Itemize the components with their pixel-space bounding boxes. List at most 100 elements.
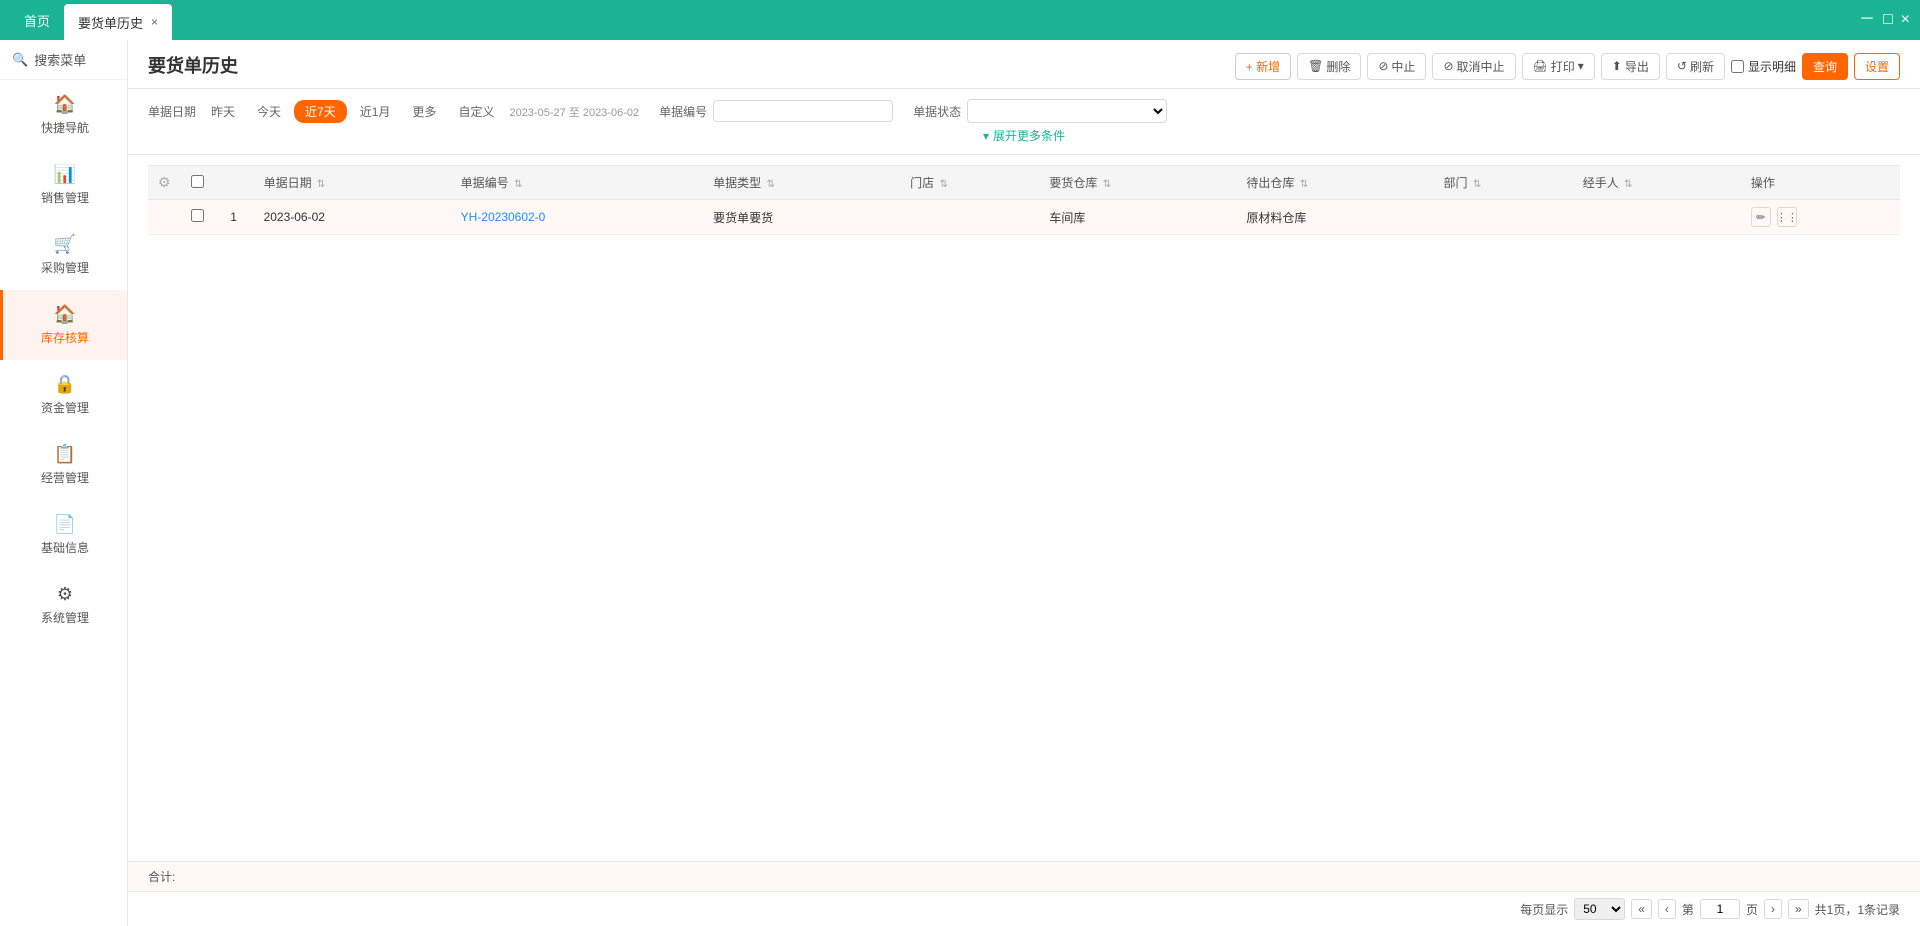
setting-btn[interactable]: 设置: [1854, 53, 1900, 80]
sidebar-item-finance[interactable]: 🔒 资金管理: [0, 360, 127, 430]
sidebar-item-label: 销售管理: [41, 189, 89, 206]
date-btn-custom[interactable]: 自定义: [449, 100, 503, 123]
first-page-btn[interactable]: «: [1631, 899, 1652, 919]
date-btn-today[interactable]: 今天: [248, 100, 290, 123]
sort-pendingwarehouse-icon[interactable]: ⇅: [1300, 179, 1308, 190]
sidebar-item-purchase[interactable]: 🛒 采购管理: [0, 220, 127, 290]
row-edit-icon[interactable]: ✏: [1751, 207, 1771, 227]
sidebar-search-label: 搜索菜单: [34, 50, 86, 69]
finance-icon: 🔒: [54, 374, 76, 395]
sort-dept-icon[interactable]: ⇅: [1473, 179, 1481, 190]
date-btn-1month[interactable]: 近1月: [351, 100, 400, 123]
print-btn[interactable]: 🖨 打印 ▾: [1522, 53, 1595, 80]
sidebar-search[interactable]: 🔍 搜索菜单: [0, 40, 127, 80]
next-page-btn[interactable]: ›: [1764, 899, 1782, 919]
sort-handler-icon[interactable]: ⇅: [1624, 179, 1632, 190]
sort-reqwarehouse-icon[interactable]: ⇅: [1103, 179, 1111, 190]
sidebar-item-label: 系统管理: [41, 609, 89, 626]
row-checkbox-cell: [181, 200, 214, 235]
sidebar-item-inventory[interactable]: 🏠 库存核算: [0, 290, 127, 360]
prev-page-btn[interactable]: ‹: [1658, 899, 1676, 919]
sort-docno-icon[interactable]: ⇅: [514, 179, 522, 190]
status-select[interactable]: [967, 99, 1167, 123]
display-detail-text: 显示明细: [1748, 58, 1796, 75]
col-docdate: 单据日期 ⇅: [254, 166, 451, 200]
last-page-btn[interactable]: »: [1788, 899, 1809, 919]
display-detail-checkbox[interactable]: [1731, 60, 1744, 73]
row-num: 1: [230, 210, 237, 224]
close-btn[interactable]: ×: [1901, 12, 1910, 28]
sidebar-item-operations[interactable]: 📋 经营管理: [0, 430, 127, 500]
sort-docdate-icon[interactable]: ⇅: [317, 179, 325, 190]
col-pendingwarehouse-label: 待出仓库: [1246, 176, 1294, 190]
per-page-select[interactable]: 50 10 20 100: [1574, 898, 1625, 920]
sidebar-item-basic-info[interactable]: 📄 基础信息: [0, 500, 127, 570]
tab-home-label: 首页: [24, 11, 50, 30]
filter-date: 单据日期 昨天 今天 近7天 近1月 更多 自定义 2023-05-27 至 2…: [148, 100, 639, 123]
sidebar-item-system[interactable]: ⚙ 系统管理: [0, 570, 127, 640]
col-store-label: 门店: [910, 176, 934, 190]
row-delete-icon[interactable]: ⋮⋮: [1777, 207, 1797, 227]
print-icon: 🖨: [1533, 59, 1548, 73]
export-btn[interactable]: ⬆ 导出: [1601, 53, 1660, 80]
display-detail-label[interactable]: 显示明细: [1731, 58, 1796, 75]
row-action-cell: ✏ ⋮⋮: [1741, 200, 1900, 235]
print-label: 打印: [1551, 58, 1575, 75]
expand-more[interactable]: ▾ 展开更多条件: [148, 127, 1900, 144]
sidebar-item-label: 资金管理: [41, 399, 89, 416]
row-checkbox[interactable]: [191, 209, 204, 222]
sidebar-item-label: 快捷导航: [41, 119, 89, 136]
row-pendingwarehouse-cell: 原材料仓库: [1236, 200, 1433, 235]
sort-doctype-icon[interactable]: ⇅: [766, 179, 774, 190]
date-btn-more[interactable]: 更多: [403, 100, 445, 123]
row-doctype-cell: 要货单要货: [703, 200, 900, 235]
sidebar-item-quick-nav[interactable]: 🏠 快捷导航: [0, 80, 127, 150]
date-label: 单据日期: [148, 103, 196, 120]
row-docdate-cell: 2023-06-02: [254, 200, 451, 235]
page-header: 要货单历史 + 新增 🗑 删除 ⊘ 中止 ⊘ 取消中止: [128, 40, 1920, 89]
page-label: 页: [1746, 901, 1758, 918]
maximize-btn[interactable]: □: [1883, 12, 1893, 28]
tab-history-close[interactable]: ×: [151, 15, 158, 29]
row-reqwarehouse: 车间库: [1049, 211, 1085, 225]
sidebar-item-label: 经营管理: [41, 469, 89, 486]
settings-col-icon[interactable]: ⚙: [158, 174, 171, 190]
data-table: ⚙ 单据日期 ⇅ 单据编号 ⇅: [148, 165, 1900, 235]
tab-home[interactable]: 首页: [10, 0, 64, 40]
action-icons: ✏ ⋮⋮: [1751, 207, 1890, 227]
expand-more-label: 展开更多条件: [993, 127, 1065, 144]
sort-store-icon[interactable]: ⇅: [940, 179, 948, 190]
col-settings: ⚙: [148, 166, 181, 200]
cancel-stop-btn[interactable]: ⊘ 取消中止: [1432, 53, 1515, 80]
col-checkbox: [181, 166, 214, 200]
table-footer: 合计:: [128, 861, 1920, 891]
docno-input[interactable]: [713, 100, 893, 122]
delete-btn[interactable]: 🗑 删除: [1297, 53, 1361, 80]
system-icon: ⚙: [57, 584, 73, 605]
docno-label: 单据编号: [659, 103, 707, 120]
new-btn[interactable]: + 新增: [1235, 53, 1291, 80]
date-btn-yesterday[interactable]: 昨天: [202, 100, 244, 123]
minimize-btn[interactable]: －: [1859, 12, 1875, 28]
sidebar-item-sales[interactable]: 📊 销售管理: [0, 150, 127, 220]
stop-btn[interactable]: ⊘ 中止: [1367, 53, 1426, 80]
date-btn-7days[interactable]: 近7天: [294, 100, 347, 123]
tab-history-label: 要货单历史: [78, 13, 143, 32]
operations-icon: 📋: [54, 444, 76, 465]
col-reqwarehouse: 要货仓库 ⇅: [1039, 166, 1236, 200]
col-docno: 单据编号 ⇅: [451, 166, 703, 200]
go-to-label: 第: [1682, 901, 1694, 918]
row-settings-cell: [148, 200, 181, 235]
select-all-checkbox[interactable]: [191, 175, 204, 188]
col-pendingwarehouse: 待出仓库 ⇅: [1236, 166, 1433, 200]
row-docno-link[interactable]: YH-20230602-0: [461, 210, 546, 224]
basic-info-icon: 📄: [54, 514, 76, 535]
refresh-btn[interactable]: ↺ 刷新: [1666, 53, 1725, 80]
page-input[interactable]: [1700, 899, 1740, 919]
query-btn[interactable]: 查询: [1802, 53, 1848, 80]
tab-history[interactable]: 要货单历史 ×: [64, 4, 172, 40]
search-icon: 🔍: [12, 52, 28, 68]
refresh-label: 刷新: [1690, 58, 1714, 75]
row-doctype: 要货单要货: [713, 211, 773, 225]
inventory-icon: 🏠: [54, 304, 76, 325]
